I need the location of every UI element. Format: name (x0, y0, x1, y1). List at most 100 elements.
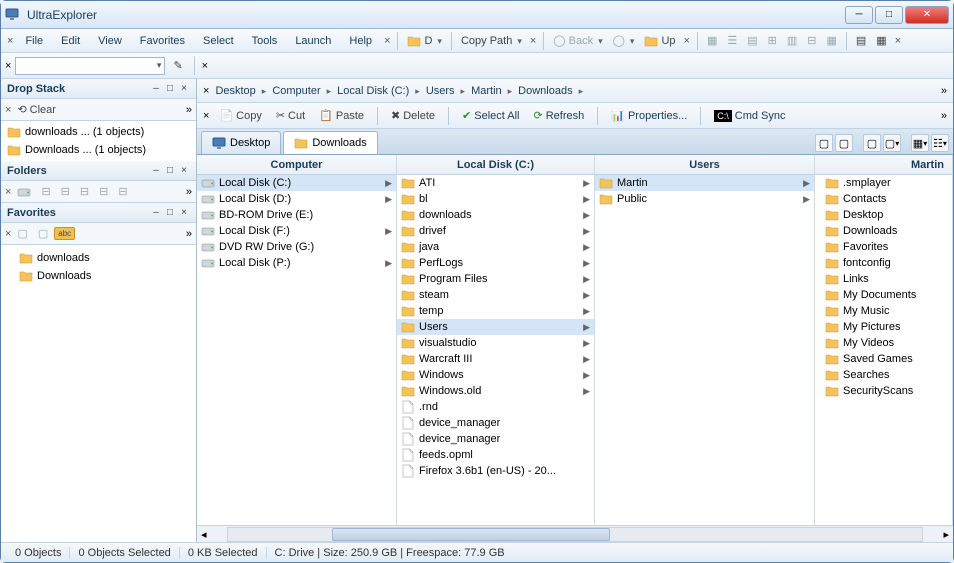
breadcrumb-item[interactable]: Downloads (514, 83, 576, 99)
close-icon[interactable]: × (203, 85, 209, 97)
view-icon[interactable]: ▦ (872, 32, 890, 49)
breadcrumb-item[interactable]: Local Disk (C:) (333, 83, 413, 99)
menu-view[interactable]: View (90, 32, 130, 50)
list-item[interactable]: Downloads (815, 223, 952, 239)
chevron-right-icon[interactable] (577, 85, 586, 97)
breadcrumb-item[interactable]: Desktop (211, 83, 259, 99)
back-button[interactable]: ◯ Back (549, 32, 606, 49)
collapse-icon[interactable]: – (150, 207, 162, 218)
drive-icon[interactable] (13, 183, 35, 201)
maximize-icon[interactable]: □ (164, 207, 176, 218)
list-item[interactable]: Users▶ (397, 319, 594, 335)
forward-button[interactable]: ◯ (609, 32, 639, 49)
tool-icon[interactable]: ⊟ (95, 183, 112, 200)
close-icon[interactable]: × (5, 35, 15, 47)
chevron-icon[interactable]: » (186, 186, 192, 198)
menu-file[interactable]: File (17, 32, 51, 50)
refresh-button[interactable]: ⟳ Refresh (530, 107, 589, 124)
view-icon[interactable]: ☰ (723, 32, 741, 49)
list-item[interactable]: Windows▶ (397, 367, 594, 383)
tool-icon[interactable]: ▢ (34, 225, 52, 242)
list-item[interactable]: steam▶ (397, 287, 594, 303)
close-icon[interactable]: × (203, 110, 209, 122)
close-icon[interactable]: × (682, 35, 692, 47)
tool-icon[interactable]: ⊟ (37, 183, 54, 200)
tab-tool-icon[interactable]: ▢▾ (883, 134, 901, 152)
maximize-icon[interactable]: □ (164, 165, 176, 176)
breadcrumb-item[interactable]: Computer (268, 83, 324, 99)
address-input[interactable] (15, 57, 165, 75)
list-item[interactable]: .rnd (397, 399, 594, 415)
favorites-item[interactable]: Downloads (3, 267, 194, 285)
close-icon[interactable]: × (893, 35, 903, 47)
list-item[interactable]: PerfLogs▶ (397, 255, 594, 271)
close-icon[interactable]: × (5, 60, 11, 72)
close-button[interactable]: ✕ (905, 6, 949, 24)
menu-edit[interactable]: Edit (53, 32, 88, 50)
menu-launch[interactable]: Launch (287, 32, 339, 50)
list-item[interactable]: .smplayer (815, 175, 952, 191)
list-item[interactable]: Desktop (815, 207, 952, 223)
list-item[interactable]: temp▶ (397, 303, 594, 319)
list-item[interactable]: Local Disk (D:)▶ (197, 191, 396, 207)
tab-tool-icon[interactable]: ▢ (863, 134, 881, 152)
view-icon[interactable]: ▤ (852, 32, 870, 49)
view-icon[interactable]: ▦ (822, 32, 840, 49)
close-icon[interactable]: × (528, 35, 538, 47)
tool-icon[interactable]: ⊟ (76, 183, 93, 200)
clear-button[interactable]: ⟲ Clear (13, 101, 60, 118)
list-item[interactable]: Public▶ (595, 191, 814, 207)
list-item[interactable]: device_manager (397, 431, 594, 447)
menu-help[interactable]: Help (341, 32, 380, 50)
close-icon[interactable]: × (382, 35, 392, 47)
tab-tool-icon[interactable]: ▢ (835, 134, 853, 152)
list-item[interactable]: Links (815, 271, 952, 287)
list-item[interactable]: Contacts (815, 191, 952, 207)
tab-downloads[interactable]: Downloads (283, 131, 377, 154)
menu-favorites[interactable]: Favorites (132, 32, 193, 50)
view-icon[interactable]: ▦ (703, 32, 721, 49)
minimize-button[interactable]: ─ (845, 6, 873, 24)
chevron-right-icon[interactable] (459, 85, 468, 97)
view-icon[interactable]: ⊞ (764, 32, 781, 49)
chevron-icon[interactable]: » (941, 110, 947, 122)
close-icon[interactable]: × (178, 165, 190, 176)
list-item[interactable]: BD-ROM Drive (E:) (197, 207, 396, 223)
collapse-icon[interactable]: – (150, 83, 162, 94)
list-item[interactable]: Martin▶ (595, 175, 814, 191)
list-item[interactable]: ATI▶ (397, 175, 594, 191)
chevron-right-icon[interactable] (325, 85, 334, 97)
menu-tools[interactable]: Tools (244, 32, 286, 50)
list-item[interactable]: visualstudio▶ (397, 335, 594, 351)
cmd-sync-button[interactable]: C:\ Cmd Sync (710, 108, 789, 124)
tab-desktop[interactable]: Desktop (201, 131, 281, 154)
maximize-button[interactable]: □ (875, 6, 903, 24)
close-icon[interactable]: × (5, 104, 11, 116)
tool-icon[interactable]: ▢ (13, 225, 31, 242)
view-icon[interactable]: ▥ (783, 32, 801, 49)
list-item[interactable]: My Videos (815, 335, 952, 351)
chevron-icon[interactable]: » (186, 228, 192, 240)
edit-icon[interactable]: ✎ (169, 57, 186, 74)
copy-path-button[interactable]: Copy Path (457, 33, 526, 49)
list-item[interactable]: My Pictures (815, 319, 952, 335)
close-icon[interactable]: × (5, 228, 11, 240)
chevron-right-icon[interactable] (413, 85, 422, 97)
breadcrumb-item[interactable]: Martin (467, 83, 506, 99)
select-all-button[interactable]: ✔ Select All (458, 107, 523, 124)
close-icon[interactable]: × (178, 207, 190, 218)
tab-tool-icon[interactable]: ☷▾ (931, 134, 949, 152)
list-item[interactable]: Searches (815, 367, 952, 383)
horizontal-scrollbar[interactable]: ◂ ▸ (197, 525, 953, 542)
delete-button[interactable]: ✖ Delete (387, 107, 439, 124)
menu-select[interactable]: Select (195, 32, 242, 50)
list-item[interactable]: Firefox 3.6b1 (en-US) - 20... (397, 463, 594, 479)
list-item[interactable]: java▶ (397, 239, 594, 255)
list-item[interactable]: My Documents (815, 287, 952, 303)
maximize-icon[interactable]: □ (164, 83, 176, 94)
breadcrumb-item[interactable]: Users (422, 83, 459, 99)
close-icon[interactable]: × (178, 83, 190, 94)
close-icon[interactable]: × (5, 186, 11, 198)
favorites-item[interactable]: downloads (3, 249, 194, 267)
close-icon[interactable]: × (202, 60, 208, 72)
